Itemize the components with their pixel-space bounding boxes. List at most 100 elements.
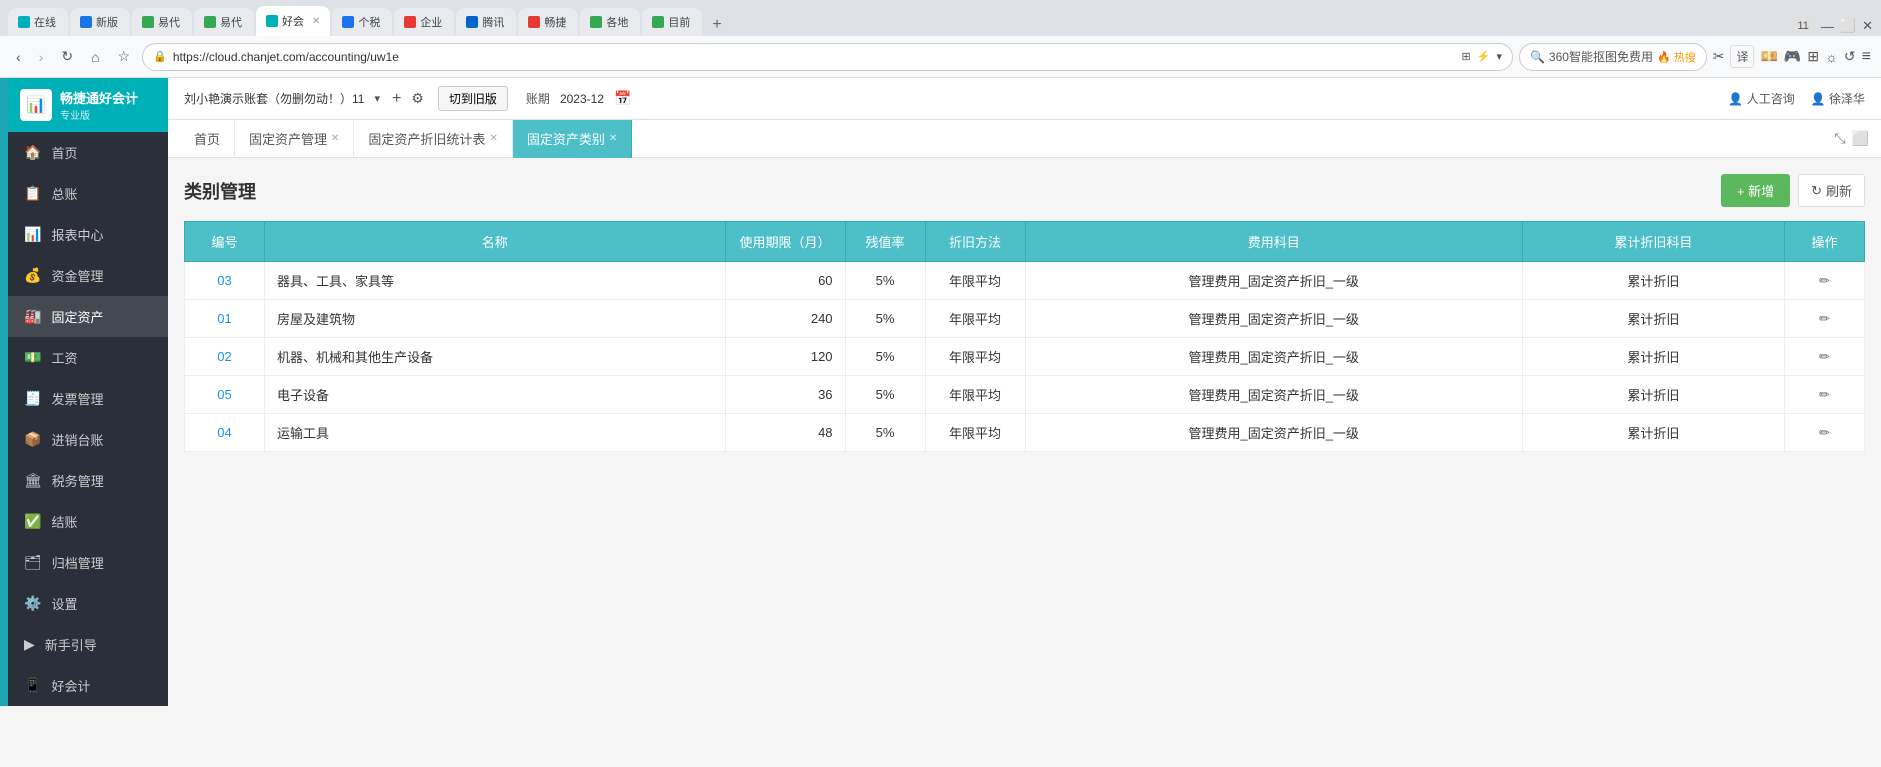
sidebar-item-capital[interactable]: 💰 资金管理 bbox=[8, 255, 168, 296]
table-row: 05 电子设备 36 5% 年限平均 管理费用_固定资产折旧_一级 累计折旧 ✏ bbox=[185, 376, 1865, 414]
sidebar-item-invoice[interactable]: 🧾 发票管理 bbox=[8, 378, 168, 419]
sidebar-item-tax[interactable]: 🏛 税务管理 bbox=[8, 460, 168, 501]
sidebar-item-settlement[interactable]: ✅ 结账 bbox=[8, 501, 168, 542]
cell-name: 运输工具 bbox=[265, 414, 726, 452]
switch-version-button[interactable]: 切到旧版 bbox=[438, 86, 508, 111]
browser-tab[interactable]: 新版 bbox=[70, 8, 130, 36]
archive-icon: 🗂 bbox=[24, 554, 42, 571]
content-tabs-bar: 首页 固定资产管理 ✕ 固定资产折旧统计表 ✕ 固定资产类别 ✕ ⤡ ⬜ bbox=[168, 120, 1881, 158]
cell-method: 年限平均 bbox=[925, 376, 1025, 414]
edit-icon[interactable]: ✏ bbox=[1819, 425, 1830, 440]
home-button[interactable]: ⌂ bbox=[85, 45, 105, 69]
scissors-icon[interactable]: ✂ bbox=[1713, 48, 1725, 65]
browser-tab[interactable]: 畅捷 bbox=[518, 8, 578, 36]
sidebar-item-reports[interactable]: 📊 报表中心 bbox=[8, 214, 168, 255]
period-label: 账期 bbox=[526, 90, 550, 107]
back-button[interactable]: ‹ bbox=[10, 45, 27, 69]
browser-tab[interactable]: 易代 bbox=[194, 8, 254, 36]
table-row: 01 房屋及建筑物 240 5% 年限平均 管理费用_固定资产折旧_一级 累计折… bbox=[185, 300, 1865, 338]
sidebar-item-guide[interactable]: ▶ 新手引导 bbox=[8, 624, 168, 665]
sidebar-item-archive[interactable]: 🗂 归档管理 bbox=[8, 542, 168, 583]
edit-icon[interactable]: ✏ bbox=[1819, 273, 1830, 288]
edit-icon[interactable]: ✏ bbox=[1819, 349, 1830, 364]
sidebar: 📊 畅捷通好会计 专业版 🏠 首页 📋 总账 📊 报表中心 💰 资金管理 🏭 固… bbox=[8, 78, 168, 706]
currency-icon[interactable]: 💴 bbox=[1760, 48, 1777, 65]
grid-icon[interactable]: ⊞ bbox=[1807, 48, 1819, 65]
settlement-icon: ✅ bbox=[24, 513, 41, 530]
new-tab-button[interactable]: + bbox=[704, 16, 729, 34]
sidebar-logo: 📊 畅捷通好会计 专业版 bbox=[8, 78, 168, 132]
app-topbar: 刘小艳演示账套（勿删勿动！）11 ▾ + ⚙ 切到旧版 账期 2023-12 📅… bbox=[168, 78, 1881, 120]
game-icon[interactable]: 🎮 bbox=[1784, 48, 1801, 65]
undo-icon[interactable]: ↺ bbox=[1844, 48, 1856, 65]
help-label[interactable]: 👤 人工咨询 bbox=[1728, 90, 1794, 107]
close-window-button[interactable]: ✕ bbox=[1862, 18, 1873, 34]
cell-period: 240 bbox=[725, 300, 845, 338]
tab-asset-mgmt-close[interactable]: ✕ bbox=[331, 133, 339, 144]
cell-method: 年限平均 bbox=[925, 300, 1025, 338]
translate-icon[interactable]: 译 bbox=[1730, 45, 1754, 68]
tab-depreciation[interactable]: 固定资产折旧统计表 ✕ bbox=[354, 120, 512, 158]
sidebar-item-settings[interactable]: ⚙️ 设置 bbox=[8, 583, 168, 624]
add-account-button[interactable]: + bbox=[392, 90, 401, 108]
content-area: 刘小艳演示账套（勿删勿动！）11 ▾ + ⚙ 切到旧版 账期 2023-12 📅… bbox=[168, 78, 1881, 706]
refresh-icon: ↻ bbox=[1811, 183, 1822, 199]
cell-expense: 管理费用_固定资产折旧_一级 bbox=[1025, 376, 1522, 414]
cell-name: 器具、工具、家具等 bbox=[265, 262, 726, 300]
cell-rate: 5% bbox=[845, 414, 925, 452]
user-avatar[interactable]: 👤 徐泽华 bbox=[1811, 90, 1865, 107]
edit-icon[interactable]: ✏ bbox=[1819, 311, 1830, 326]
minimize-button[interactable]: — bbox=[1821, 19, 1834, 34]
sidebar-item-ledger[interactable]: 📋 总账 bbox=[8, 173, 168, 214]
bookmark-button[interactable]: ☆ bbox=[112, 44, 137, 69]
maximize-button[interactable]: ⬜ bbox=[1840, 18, 1856, 34]
sidebar-item-inventory[interactable]: 📦 进销台账 bbox=[8, 419, 168, 460]
cell-code: 05 bbox=[185, 376, 265, 414]
more-icon: 📱 bbox=[24, 677, 41, 694]
address-input[interactable] bbox=[173, 50, 1456, 64]
browser-chrome: 在线 新版 易代 易代 好会 ✕ 个税 企业 腾讯 bbox=[0, 0, 1881, 78]
user-info: 刘小艳演示账套（勿删勿动！）11 bbox=[184, 90, 364, 107]
tab-asset-mgmt[interactable]: 固定资产管理 ✕ bbox=[235, 120, 354, 158]
sidebar-item-more[interactable]: 📱 好会计 bbox=[8, 665, 168, 706]
table-row: 04 运输工具 48 5% 年限平均 管理费用_固定资产折旧_一级 累计折旧 ✏ bbox=[185, 414, 1865, 452]
tab-category[interactable]: 固定资产类别 ✕ bbox=[513, 120, 632, 158]
cell-expense: 管理费用_固定资产折旧_一级 bbox=[1025, 262, 1522, 300]
browser-tab[interactable]: 企业 bbox=[394, 8, 454, 36]
cell-rate: 5% bbox=[845, 300, 925, 338]
reload-button[interactable]: ↻ bbox=[55, 44, 79, 69]
browser-tab[interactable]: 目前 bbox=[642, 8, 702, 36]
settings-icon: ⚙️ bbox=[24, 595, 41, 612]
brightness-icon[interactable]: ☼ bbox=[1825, 49, 1838, 65]
browser-tab[interactable]: 在线 bbox=[8, 8, 68, 36]
browser-tab[interactable]: 各地 bbox=[580, 8, 640, 36]
sidebar-item-home[interactable]: 🏠 首页 bbox=[8, 132, 168, 173]
page-title: 类别管理 bbox=[184, 178, 256, 204]
address-bar-row: ‹ › ↻ ⌂ ☆ 🔒 ⊞ ⚡ ▾ 🔍 360智能抠图免费用 🔥 热搜 ✂ 译 … bbox=[0, 36, 1881, 78]
calendar-icon[interactable]: 📅 bbox=[614, 90, 631, 107]
restore-icon[interactable]: ⤡ bbox=[1834, 130, 1845, 147]
tab-home[interactable]: 首页 bbox=[180, 120, 235, 158]
refresh-button[interactable]: ↻ 刷新 bbox=[1798, 174, 1865, 207]
menu-icon[interactable]: ≡ bbox=[1862, 48, 1871, 66]
dropdown-icon[interactable]: ▾ bbox=[374, 92, 380, 105]
period-value: 2023-12 bbox=[560, 92, 604, 106]
cell-method: 年限平均 bbox=[925, 414, 1025, 452]
add-button[interactable]: + 新增 bbox=[1721, 174, 1790, 207]
tab-depreciation-close[interactable]: ✕ bbox=[489, 133, 497, 144]
cell-accum: 累计折旧 bbox=[1522, 262, 1784, 300]
tab-category-close[interactable]: ✕ bbox=[609, 133, 617, 144]
forward-button[interactable]: › bbox=[33, 45, 50, 69]
edit-icon[interactable]: ✏ bbox=[1819, 387, 1830, 402]
settings-gear-icon[interactable]: ⚙ bbox=[411, 90, 424, 107]
browser-tab[interactable]: 易代 bbox=[132, 8, 192, 36]
col-accum: 累计折旧科目 bbox=[1522, 222, 1784, 262]
browser-tab[interactable]: 个税 bbox=[332, 8, 392, 36]
maximize-content-icon[interactable]: ⬜ bbox=[1852, 130, 1869, 147]
tab-close-icon[interactable]: ✕ bbox=[312, 16, 320, 27]
window-tab-count[interactable]: 11 bbox=[1791, 19, 1814, 33]
sidebar-item-fixed-assets[interactable]: 🏭 固定资产 bbox=[8, 296, 168, 337]
browser-tab[interactable]: 腾讯 bbox=[456, 8, 516, 36]
browser-tab-active[interactable]: 好会 ✕ bbox=[256, 6, 330, 36]
sidebar-item-payroll[interactable]: 💵 工资 bbox=[8, 337, 168, 378]
